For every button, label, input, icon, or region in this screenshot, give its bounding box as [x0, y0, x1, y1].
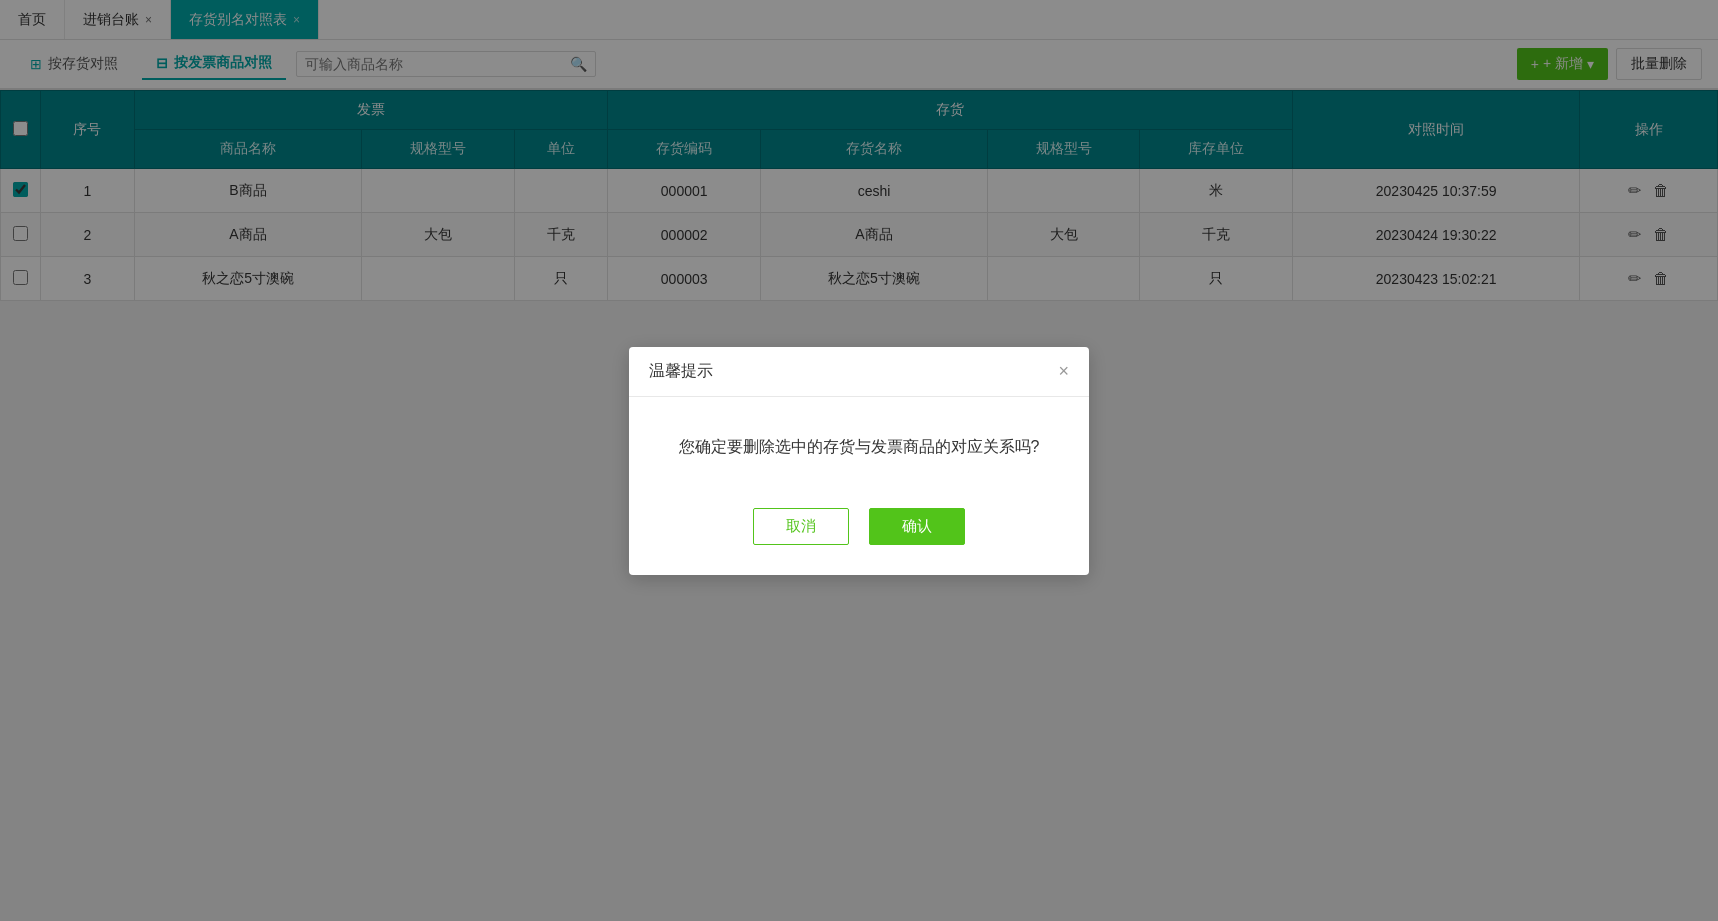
modal-close-button[interactable]: × — [1058, 362, 1069, 380]
modal-body: 您确定要删除选中的存货与发票商品的对应关系吗? — [629, 397, 1089, 488]
confirm-modal: 温馨提示 × 您确定要删除选中的存货与发票商品的对应关系吗? 取消 确认 — [629, 347, 1089, 575]
modal-overlay: 温馨提示 × 您确定要删除选中的存货与发票商品的对应关系吗? 取消 确认 — [0, 0, 1718, 921]
modal-title: 温馨提示 — [649, 361, 713, 382]
modal-message: 您确定要删除选中的存货与发票商品的对应关系吗? — [679, 438, 1040, 455]
cancel-button[interactable]: 取消 — [753, 508, 849, 545]
confirm-button[interactable]: 确认 — [869, 508, 965, 545]
modal-footer: 取消 确认 — [629, 488, 1089, 575]
modal-header: 温馨提示 × — [629, 347, 1089, 397]
